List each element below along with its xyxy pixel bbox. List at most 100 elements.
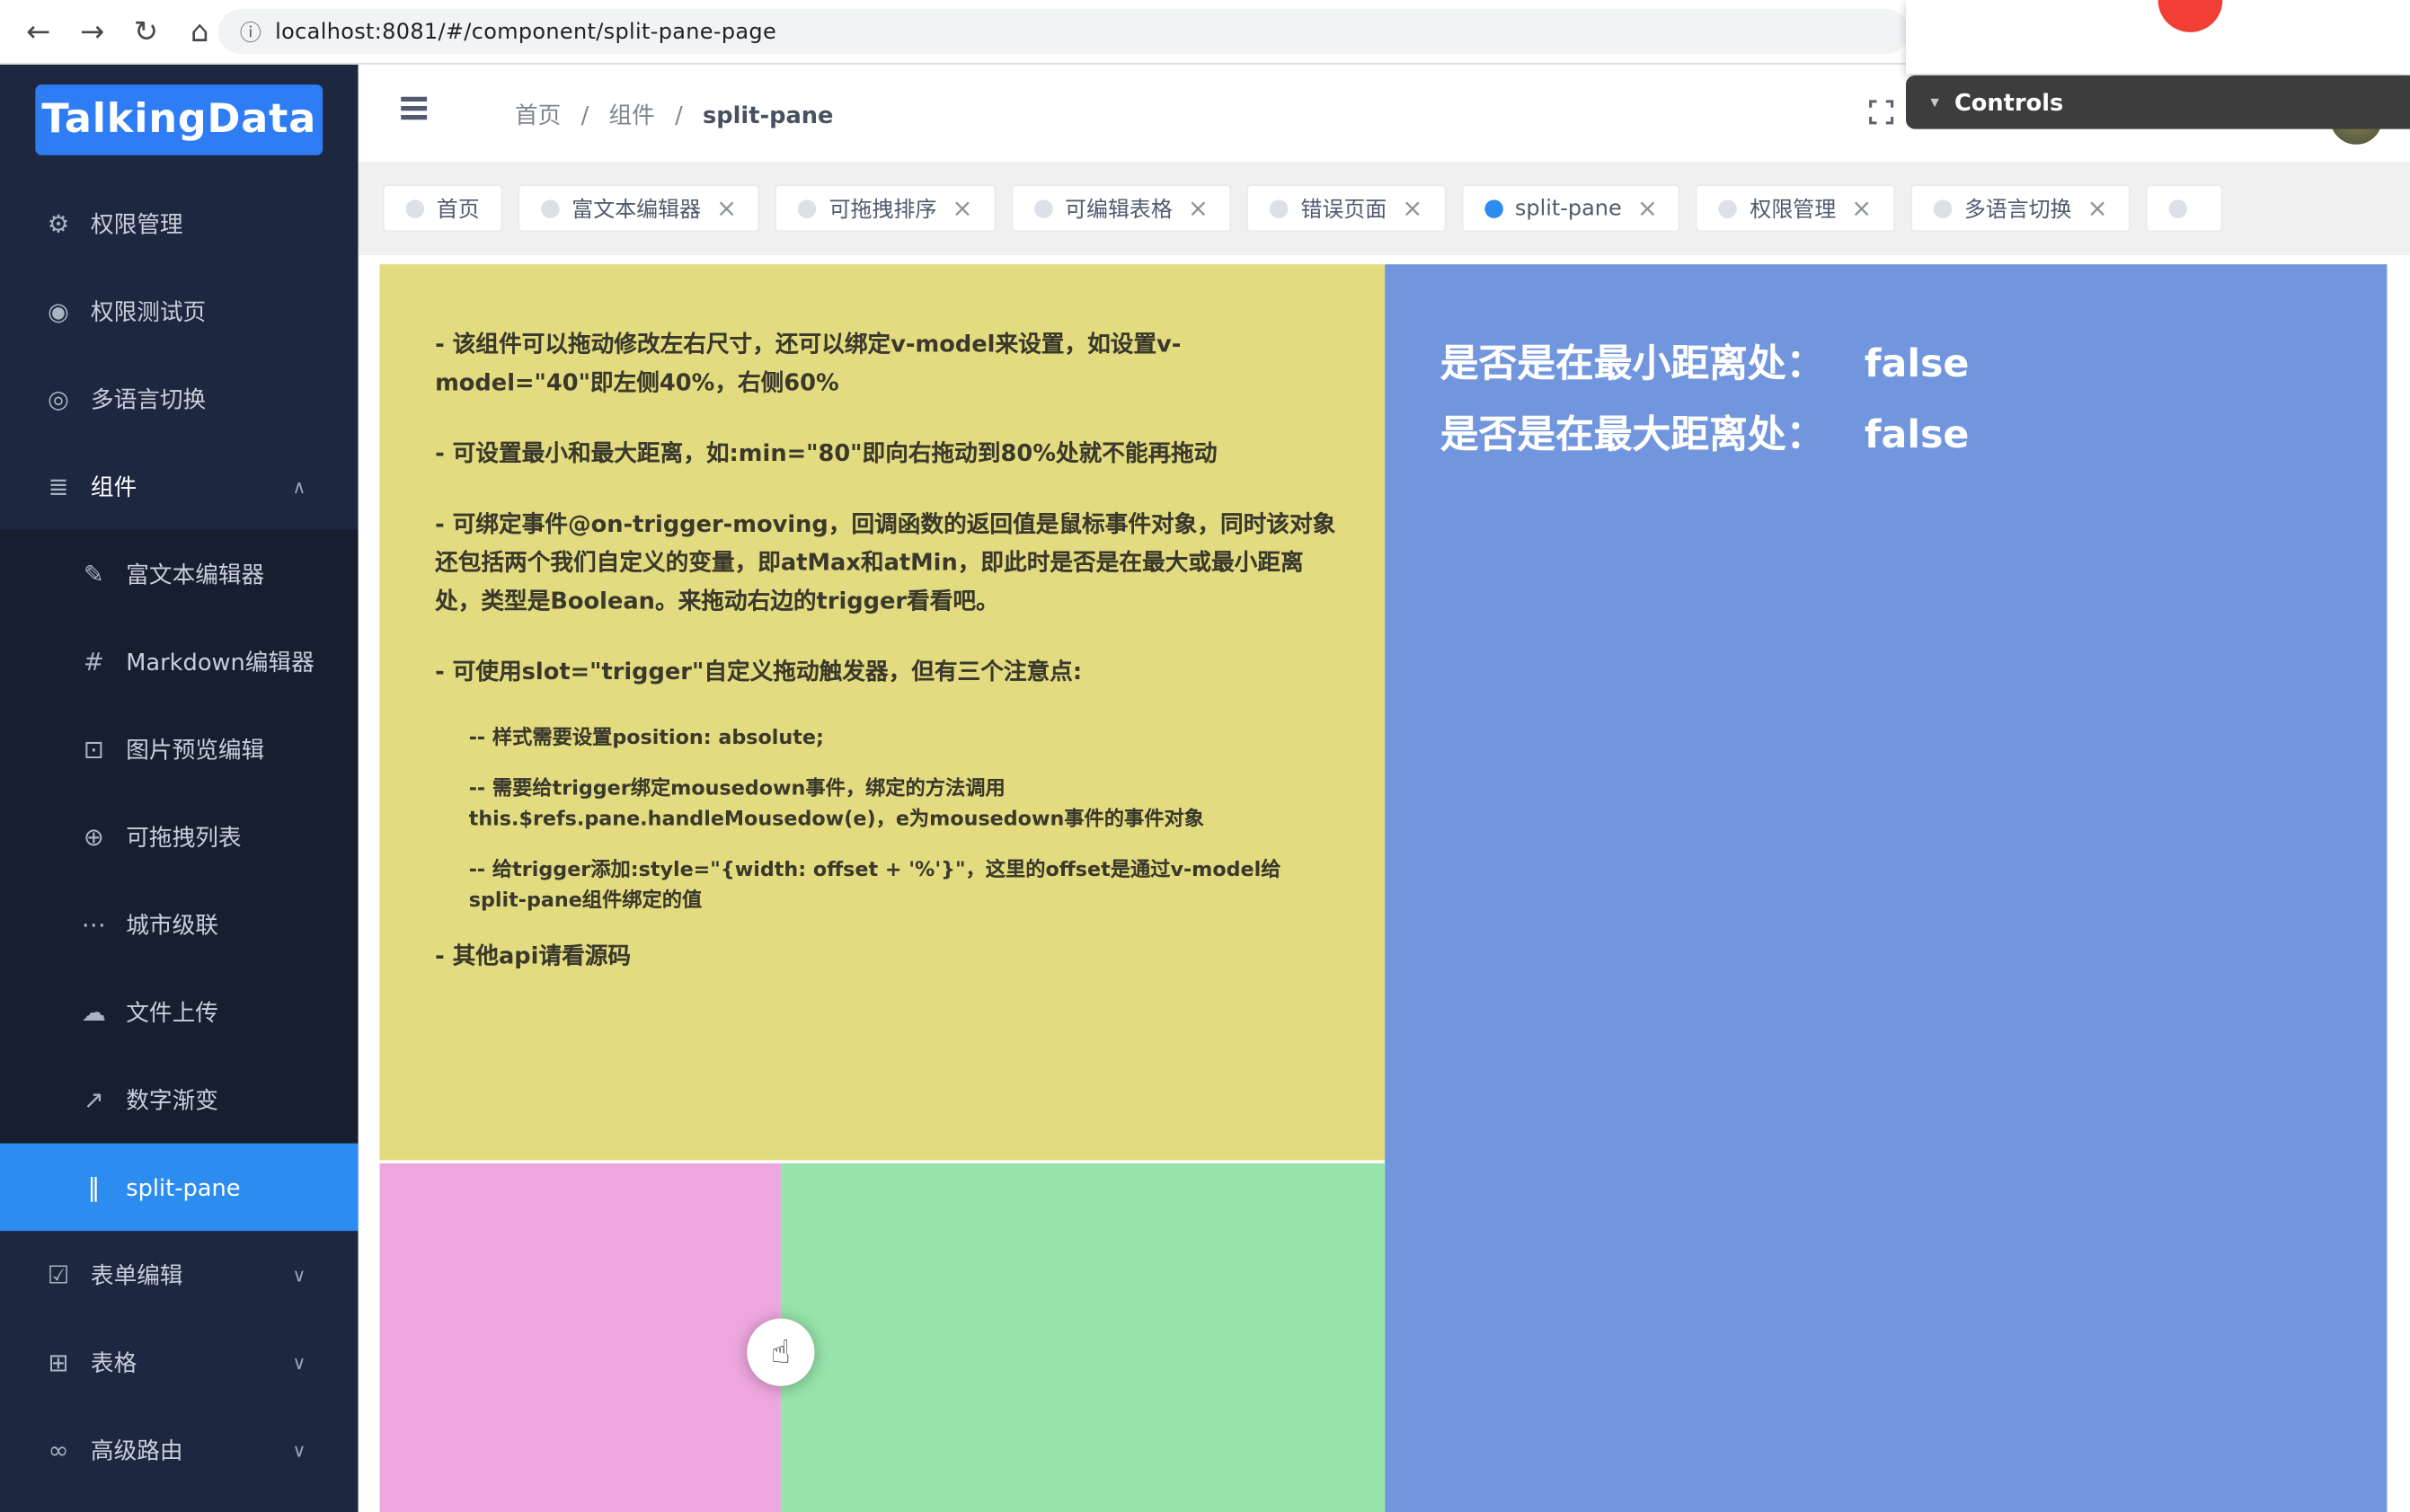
- hash-icon: #: [83, 647, 104, 676]
- permission-icon: ⚙: [47, 208, 70, 239]
- components-submenu: ✎ 富文本编辑器 # Markdown编辑器 ⊡ 图片预览编辑 ⊕ 可拖拽列表 …: [0, 530, 359, 1232]
- link-icon: ∞: [48, 1435, 69, 1465]
- status-pane: 是否是在最小距离处： false 是否是在最大距离处： false: [1385, 264, 2388, 1512]
- note-paragraph: - 可设置最小和最大距离，如:min="80"即向右拖动到80%处就不能再拖动: [435, 439, 1218, 467]
- sidebar-item-rich-text-editor[interactable]: ✎ 富文本编辑器: [0, 530, 359, 617]
- tag-dot-icon: [405, 199, 425, 218]
- crop-icon: ⊡: [83, 734, 104, 765]
- sidebar-item-city-cascade[interactable]: ⋯ 城市级联: [0, 880, 359, 968]
- status-label: 是否是在最小距离处：: [1440, 340, 1825, 386]
- tag-editable-table[interactable]: 可编辑表格 ×: [1011, 184, 1232, 233]
- tag-dot-icon: [541, 199, 560, 218]
- url-text: localhost:8081/#/component/split-pane-pa…: [275, 19, 777, 44]
- sidebar: TalkingData ⚙ 权限管理 ◉ 权限测试页 ◎ 多语言切换 ≣ 组件 …: [0, 63, 359, 1512]
- recorder-panel: [1906, 0, 2410, 75]
- sidebar-item-permission-test[interactable]: ◉ 权限测试页: [0, 268, 359, 355]
- tag-dot-icon: [798, 199, 817, 218]
- note-paragraph: - 该组件可以拖动修改左右尺寸，还可以绑定v-model来设置，如设置v-mod…: [435, 330, 1182, 397]
- tag-split-pane[interactable]: split-pane ×: [1461, 184, 1681, 233]
- tag-dot-icon: [1933, 199, 1953, 218]
- sidebar-menu: ⚙ 权限管理 ◉ 权限测试页 ◎ 多语言切换 ≣ 组件 ∧ ✎ 富文本编辑器 #…: [0, 180, 359, 1493]
- sidebar-item-label: 多语言切换: [90, 385, 207, 414]
- notes-pane: - 该组件可以拖动修改左右尺寸，还可以绑定v-model来设置，如设置v-mod…: [379, 264, 1386, 1161]
- menu-collapse-icon[interactable]: ≡: [396, 84, 431, 132]
- split-drag-trigger[interactable]: ☝: [747, 1318, 815, 1386]
- tag-permission[interactable]: 权限管理 ×: [1696, 184, 1895, 233]
- close-icon[interactable]: ×: [1188, 195, 1209, 220]
- note-paragraph: - 可绑定事件@on-trigger-moving，回调函数的返回值是鼠标事件对…: [435, 509, 1336, 615]
- tag-label: 首页: [436, 197, 480, 223]
- opened-tags-bar: 首页 富文本编辑器 × 可拖拽排序 × 可编辑表格 × 错误页面 × split…: [358, 161, 2410, 255]
- sidebar-item-draggable-list[interactable]: ⊕ 可拖拽列表: [0, 793, 359, 880]
- recorder-controls-bar[interactable]: ▾ Controls: [1906, 75, 2410, 129]
- sidebar-group-components[interactable]: ≣ 组件 ∧: [0, 443, 359, 530]
- ellipsis-icon: ⋯: [81, 909, 107, 940]
- breadcrumb: 首页 / 组件 / split-pane: [515, 98, 833, 130]
- bottom-left-pane: [379, 1163, 781, 1512]
- chevron-down-icon: ∨: [292, 1438, 306, 1461]
- app-logo[interactable]: TalkingData: [35, 84, 323, 155]
- close-icon[interactable]: ×: [1637, 195, 1658, 220]
- home-icon[interactable]: ⌂: [180, 12, 219, 51]
- close-icon[interactable]: ×: [952, 195, 972, 220]
- components-icon: ≣: [48, 472, 69, 501]
- sidebar-item-split-pane[interactable]: ‖ split-pane: [0, 1143, 359, 1232]
- sidebar-item-image-preview[interactable]: ⊡ 图片预览编辑: [0, 705, 359, 792]
- back-icon[interactable]: ←: [19, 12, 58, 51]
- breadcrumb-separator: /: [580, 101, 589, 128]
- table-icon: ⊞: [48, 1348, 69, 1377]
- status-label: 是否是在最大距离处：: [1440, 411, 1825, 457]
- trend-up-icon: ↗: [83, 1084, 104, 1115]
- sidebar-group-label: 高级路由: [90, 1437, 183, 1465]
- move-icon: ⊕: [83, 822, 104, 852]
- tag-language-switch[interactable]: 多语言切换 ×: [1909, 184, 2131, 233]
- fullscreen-icon[interactable]: [1866, 97, 1897, 128]
- close-icon[interactable]: ×: [2087, 195, 2108, 220]
- site-info-icon[interactable]: ⓘ: [240, 16, 261, 47]
- address-bar[interactable]: ⓘ localhost:8081/#/component/split-pane-…: [217, 9, 1909, 54]
- screen-recorder-overlay: ▾ Controls: [1906, 0, 2410, 129]
- hand-cursor-icon: ☝: [770, 1333, 791, 1371]
- sidebar-item-file-upload[interactable]: ☁ 文件上传: [0, 968, 359, 1056]
- breadcrumb-components[interactable]: 组件: [608, 98, 654, 130]
- sidebar-item-count-to[interactable]: ↗ 数字渐变: [0, 1056, 359, 1143]
- tag-draggable-sort[interactable]: 可拖拽排序 ×: [775, 184, 997, 233]
- tag-rich-text-editor[interactable]: 富文本编辑器 ×: [518, 184, 760, 233]
- breadcrumb-separator: /: [675, 101, 683, 128]
- tag-home[interactable]: 首页: [382, 184, 503, 233]
- sidebar-item-language[interactable]: ◎ 多语言切换: [0, 355, 359, 442]
- cloud-upload-icon: ☁: [81, 997, 107, 1027]
- sidebar-item-label: 权限管理: [90, 210, 183, 239]
- close-icon[interactable]: ×: [1402, 195, 1422, 220]
- reload-icon[interactable]: ↻: [126, 12, 165, 51]
- tag-label: split-pane: [1514, 196, 1622, 221]
- sidebar-item-permission[interactable]: ⚙ 权限管理: [0, 180, 359, 267]
- tag-label: 可编辑表格: [1065, 197, 1173, 223]
- sidebar-group-form-edit[interactable]: ☑ 表单编辑 ∨: [0, 1231, 359, 1318]
- sidebar-item-markdown-editor[interactable]: # Markdown编辑器: [0, 618, 359, 705]
- tag-label: 多语言切换: [1963, 197, 2072, 223]
- close-icon[interactable]: ×: [1851, 195, 1872, 220]
- tag-partial[interactable]: [2146, 184, 2223, 233]
- sidebar-group-label: 组件: [90, 473, 137, 501]
- sidebar-group-table[interactable]: ⊞ 表格 ∨: [0, 1319, 359, 1406]
- language-icon: ◎: [48, 384, 69, 414]
- tag-error-page[interactable]: 错误页面 ×: [1246, 184, 1446, 233]
- tag-label: 富文本编辑器: [571, 197, 701, 223]
- caret-down-icon: ▾: [1930, 92, 1939, 112]
- tag-label: 权限管理: [1750, 197, 1837, 223]
- status-value: false: [1864, 411, 1970, 457]
- sidebar-item-label: Markdown编辑器: [126, 648, 315, 676]
- close-icon[interactable]: ×: [716, 195, 737, 220]
- bottom-right-pane: [780, 1163, 1386, 1512]
- note-subparagraph: -- 给trigger添加:style="{width: offset + '%…: [468, 859, 1281, 914]
- sidebar-group-advanced-router[interactable]: ∞ 高级路由 ∨: [0, 1406, 359, 1493]
- sidebar-item-label: 文件上传: [126, 998, 218, 1027]
- tag-dot-icon: [1033, 199, 1053, 218]
- breadcrumb-current: split-pane: [702, 101, 834, 128]
- breadcrumb-home[interactable]: 首页: [515, 98, 561, 130]
- tag-active-dot-icon: [1484, 199, 1503, 218]
- note-subparagraph: -- 需要给trigger绑定mousedown事件，绑定的方法调用this.$…: [468, 777, 1204, 832]
- edit-icon: ✎: [83, 559, 104, 589]
- forward-icon[interactable]: →: [72, 12, 111, 51]
